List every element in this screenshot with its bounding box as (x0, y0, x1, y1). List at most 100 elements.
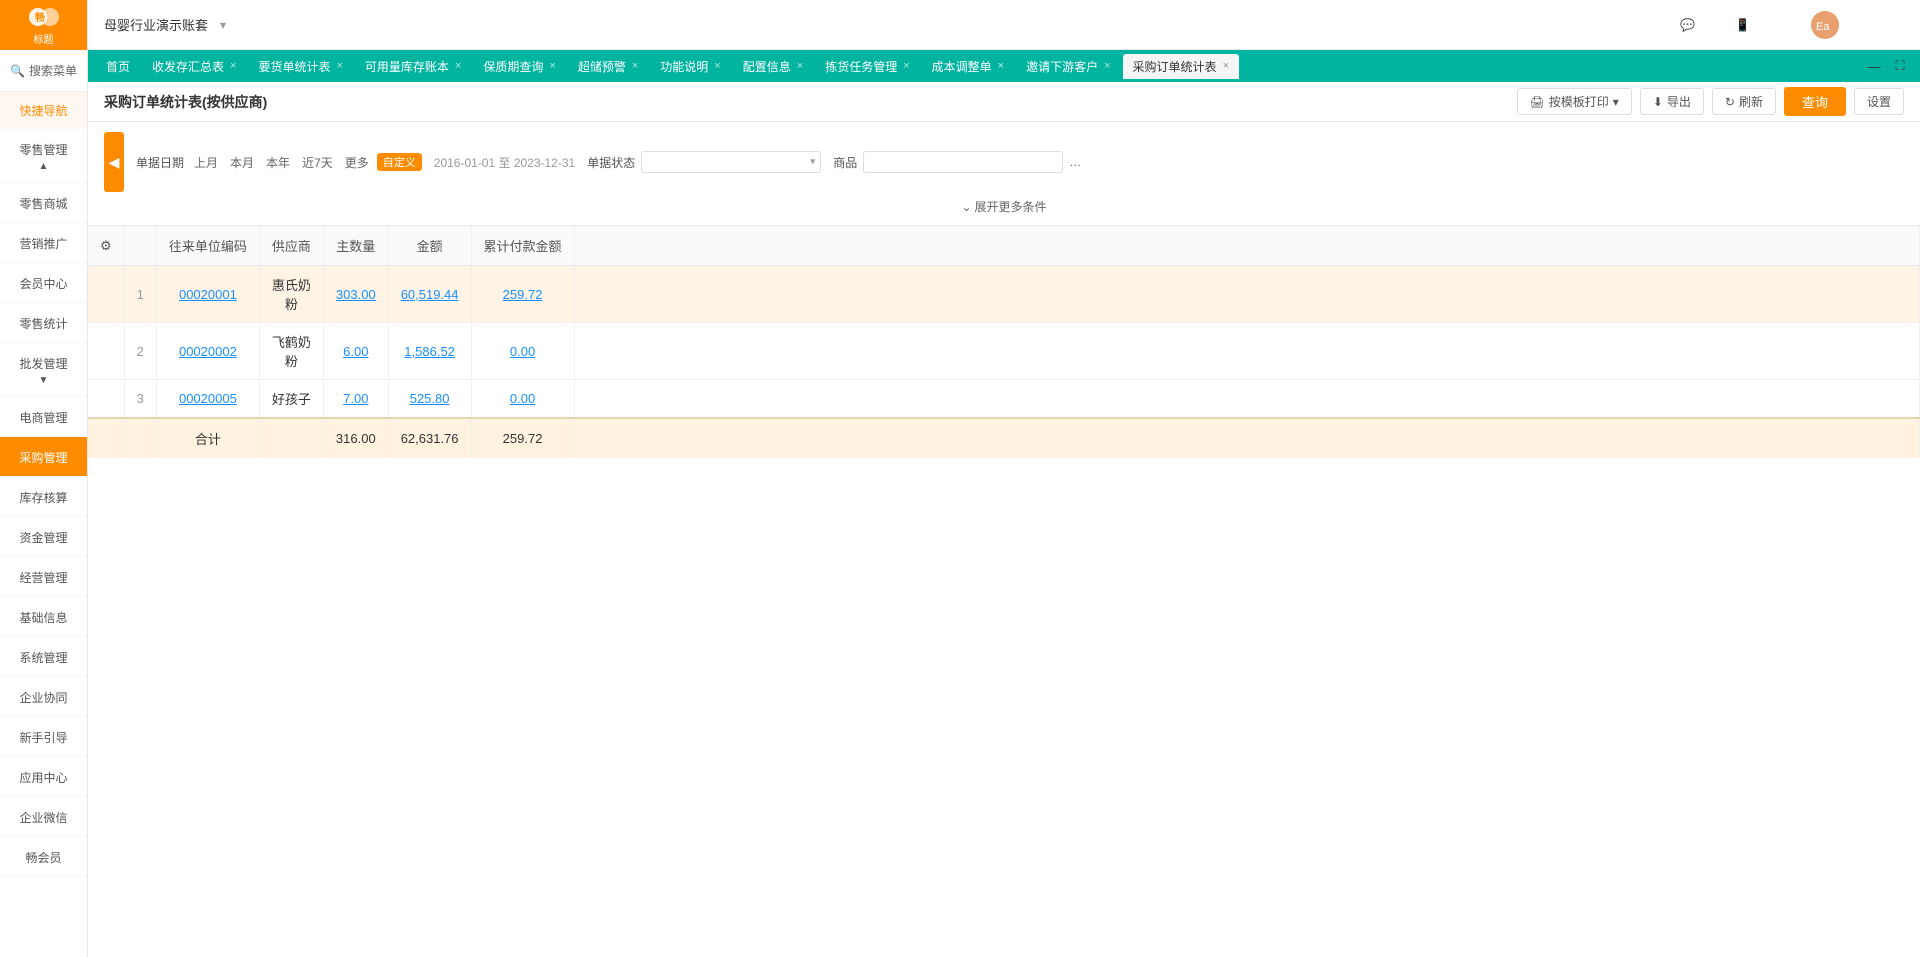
tab-picking-task[interactable]: 拣货任务管理 × (815, 54, 919, 79)
goods-more-button[interactable]: … (1069, 155, 1081, 169)
sidebar-nav-item-retail-stats[interactable]: 零售统计 (0, 303, 87, 343)
sidebar-nav-item-operations[interactable]: 经营管理 (0, 557, 87, 597)
sidebar-nav-item-member[interactable]: 会员中心 (0, 263, 87, 303)
sidebar-nav-item-finance[interactable]: 资金管理 (0, 517, 87, 557)
date-btn-more[interactable]: 更多 (341, 152, 373, 173)
row-settings-cell (88, 323, 124, 380)
sidebar-nav-item-vip[interactable]: 畅会员 (0, 837, 87, 877)
goods-input[interactable] (863, 151, 1063, 173)
sidebar-nav-item-retail-shop[interactable]: 零售商城 (0, 183, 87, 223)
amount-cell[interactable]: 525.80 (388, 380, 471, 419)
status-label: 单据状态 (587, 154, 635, 171)
th-row-num (124, 226, 156, 266)
avatar[interactable]: Ea (1811, 11, 1839, 39)
status-filter: 单据状态 ▾ (587, 151, 821, 173)
phone-icon: 📱 (1735, 18, 1750, 32)
tab-close-icon[interactable]: × (230, 60, 236, 72)
sidebar-nav-item-marketing[interactable]: 营销推广 (0, 223, 87, 263)
date-btn-7days[interactable]: 近7天 (298, 152, 337, 173)
refresh-button[interactable]: ↻ 刷新 (1712, 88, 1776, 115)
maximize-button[interactable]: ⛶ (1888, 54, 1912, 78)
workspace-selector[interactable]: 母婴行业演示账套 ▾ (104, 15, 226, 34)
date-shortcut-buttons: 上月 本月 本年 近7天 更多 自定义 (190, 152, 422, 173)
collapse-filter-button[interactable]: ◀ (104, 132, 124, 192)
table-row[interactable]: 2 00020002 飞鹤奶粉 6.00 1,586.52 0.00 (88, 323, 1920, 380)
quick-nav-button[interactable]: 快捷导航 (0, 92, 87, 129)
tab-inventory-ledger[interactable]: 可用量库存账本 × (355, 54, 471, 79)
tab-goods-stats[interactable]: 要货单统计表 × (248, 54, 352, 79)
username-label[interactable]: demo2 (1851, 18, 1888, 32)
status-select[interactable] (641, 151, 821, 173)
sidebar-nav-item-retail-mgmt[interactable]: 零售管理 ▲ (0, 129, 87, 183)
query-button[interactable]: 查询 (1784, 87, 1846, 116)
tab-close-icon[interactable]: × (336, 60, 342, 72)
sidebar-nav-item-app-center[interactable]: 应用中心 (0, 757, 87, 797)
tab-function-desc[interactable]: 功能说明 × (650, 54, 730, 79)
sidebar-nav-item-enterprise-collab[interactable]: 企业协同 (0, 677, 87, 717)
tab-purchase-stats[interactable]: 采购订单统计表 × (1123, 54, 1239, 79)
settings-button[interactable]: 设置 (1854, 88, 1904, 115)
chevron-down-icon: ▼ (39, 375, 49, 386)
supplier-code-cell[interactable]: 00020001 (156, 266, 259, 323)
tab-invite-downstream[interactable]: 邀请下游客户 × (1016, 54, 1120, 79)
page-header-bar: 采购订单统计表(按供应商) 🖨 按模板打印 ▾ ⬇ 导出 ↻ 刷新 查询 设置 (88, 82, 1920, 122)
sidebar-nav-item-enterprise-wechat[interactable]: 企业微信 (0, 797, 87, 837)
export-button[interactable]: ⬇ 导出 (1640, 88, 1704, 115)
tab-overstock[interactable]: 超储预警 × (568, 54, 648, 79)
sidebar-nav-item-purchase[interactable]: 采购管理 (0, 437, 87, 477)
footer-label-cell: 合计 (156, 418, 259, 458)
tab-cost-adjust[interactable]: 成本调整单 × (922, 54, 1014, 79)
sidebar-nav-item-system[interactable]: 系统管理 (0, 637, 87, 677)
paid-amount-cell[interactable]: 0.00 (471, 323, 574, 380)
sidebar-logo: 畅 标题 (0, 0, 87, 50)
tab-close-icon[interactable]: × (903, 60, 909, 72)
goods-label: 商品 (833, 154, 857, 171)
amount-cell[interactable]: 60,519.44 (388, 266, 471, 323)
sidebar-nav-item-ecommerce[interactable]: 电商管理 (0, 397, 87, 437)
main-qty-cell[interactable]: 303.00 (323, 266, 388, 323)
tab-home[interactable]: 首页 (96, 54, 140, 79)
supplier-code-cell[interactable]: 00020002 (156, 323, 259, 380)
date-btn-last-month[interactable]: 上月 (190, 152, 222, 173)
app-download-button[interactable]: 📱 App下载 (1735, 16, 1799, 33)
sidebar-nav-item-wholesale[interactable]: 批发管理 ▼ (0, 343, 87, 397)
date-btn-this-year[interactable]: 本年 (262, 152, 294, 173)
tab-close-icon[interactable]: × (797, 60, 803, 72)
footer-extra-cell (574, 418, 1919, 458)
tab-warranty[interactable]: 保质期查询 × (473, 54, 565, 79)
message-icon: 💬 (1680, 18, 1695, 32)
date-btn-this-month[interactable]: 本月 (226, 152, 258, 173)
gear-icon[interactable]: ⚙ (100, 238, 112, 253)
sidebar-nav-item-basic-info[interactable]: 基础信息 (0, 597, 87, 637)
tab-close-icon[interactable]: × (632, 60, 638, 72)
table-row[interactable]: 1 00020001 惠氏奶粉 303.00 60,519.44 259.72 (88, 266, 1920, 323)
paid-amount-cell[interactable]: 0.00 (471, 380, 574, 419)
tab-close-icon[interactable]: × (998, 60, 1004, 72)
main-content: 母婴行业演示账套 ▾ 💬 消息 📱 App下载 Ea demo2 首页 收发存汇… (88, 0, 1920, 957)
tab-close-icon[interactable]: × (455, 60, 461, 72)
table-row[interactable]: 3 00020005 好孩子 7.00 525.80 0.00 (88, 380, 1920, 419)
paid-amount-cell[interactable]: 259.72 (471, 266, 574, 323)
sidebar-nav-item-new-guide[interactable]: 新手引导 (0, 717, 87, 757)
supplier-code-cell[interactable]: 00020005 (156, 380, 259, 419)
main-qty-cell[interactable]: 7.00 (323, 380, 388, 419)
minimize-button[interactable]: — (1862, 54, 1886, 78)
tab-receive-summary[interactable]: 收发存汇总表 × (142, 54, 246, 79)
expand-more-button[interactable]: ⌄ 展开更多条件 (961, 198, 1046, 215)
footer-paid-amount-cell: 259.72 (471, 418, 574, 458)
amount-cell[interactable]: 1,586.52 (388, 323, 471, 380)
tab-close-icon[interactable]: × (1104, 60, 1110, 72)
message-button[interactable]: 💬 消息 (1680, 16, 1723, 33)
svg-text:Ea: Ea (1816, 21, 1830, 33)
main-qty-cell[interactable]: 6.00 (323, 323, 388, 380)
tab-close-icon[interactable]: × (1223, 60, 1229, 72)
search-menu-button[interactable]: 🔍 搜索菜单 (6, 58, 81, 83)
th-main-qty: 主数量 (323, 226, 388, 266)
tab-close-icon[interactable]: × (714, 60, 720, 72)
page-title: 采购订单统计表(按供应商) (104, 92, 267, 112)
sidebar-nav-item-inventory[interactable]: 库存核算 (0, 477, 87, 517)
print-button[interactable]: 🖨 按模板打印 ▾ (1517, 88, 1632, 115)
tab-close-icon[interactable]: × (549, 60, 555, 72)
date-custom-badge[interactable]: 自定义 (377, 153, 422, 171)
tab-config-info[interactable]: 配置信息 × (733, 54, 813, 79)
